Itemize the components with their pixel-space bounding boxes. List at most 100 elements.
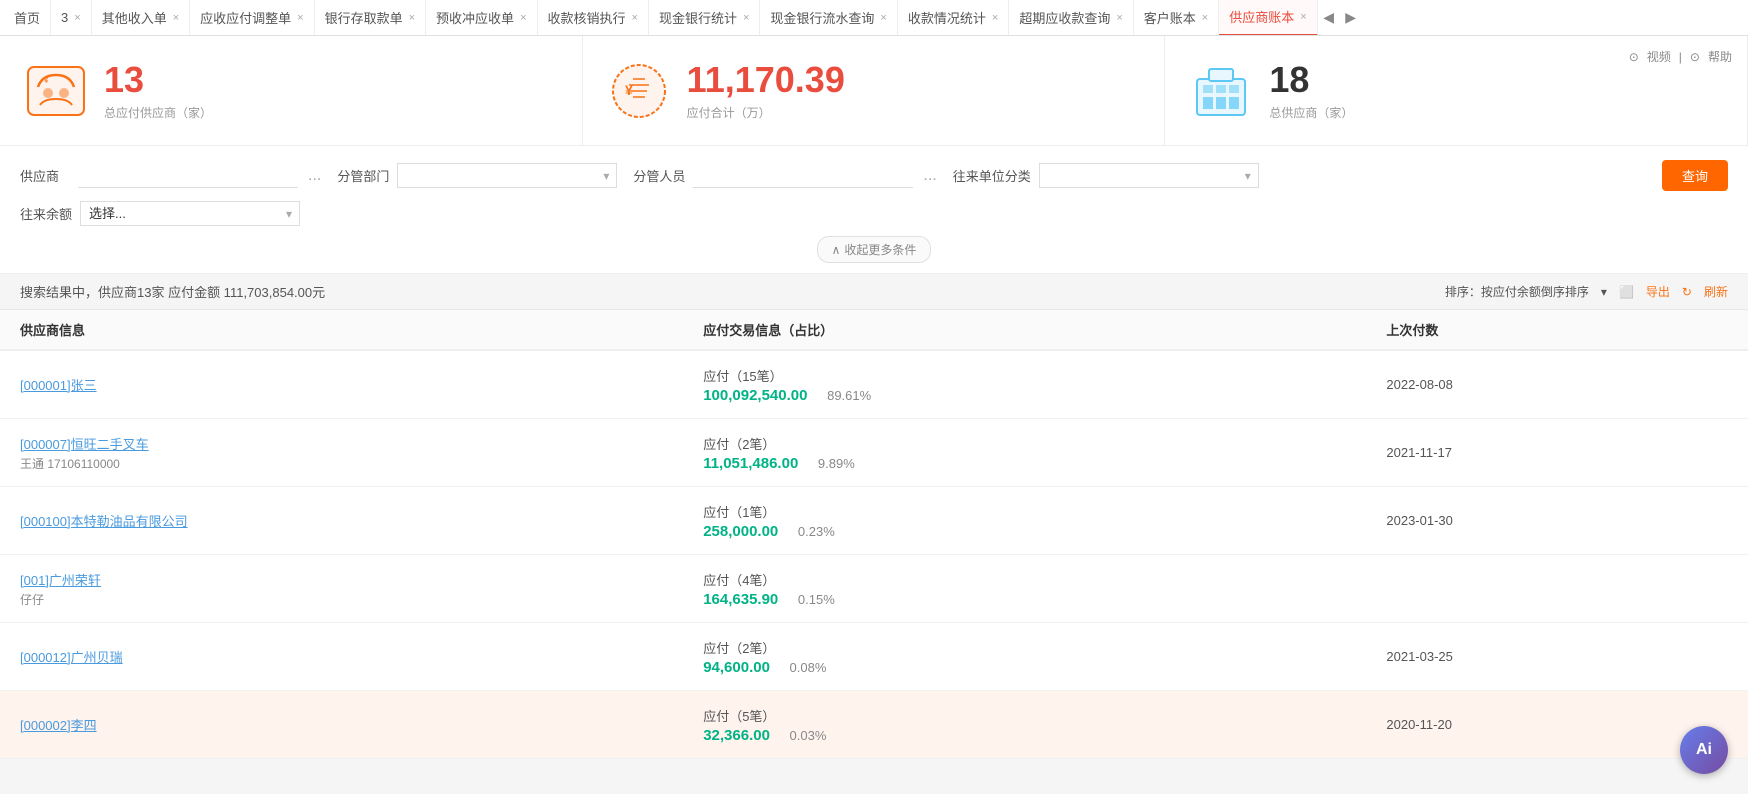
supplier-link-2[interactable]: [000100]本特勒油品有限公司 bbox=[20, 511, 703, 530]
close-verify[interactable]: × bbox=[632, 12, 638, 24]
export-icon: ⬜ bbox=[1619, 285, 1634, 299]
nav-tab-supplier[interactable]: 供应商账本 × bbox=[1219, 0, 1317, 36]
category-select[interactable] bbox=[1039, 163, 1259, 188]
nav-tab-home[interactable]: 首页 bbox=[4, 0, 51, 36]
table-container: 供应商信息 应付交易信息（占比） 上次付数 [000001]张三 应付（15笔）… bbox=[0, 310, 1748, 759]
table-row: [000002]李四 应付（5笔） 32,366.00 0.03% 2020-1… bbox=[0, 691, 1748, 759]
supplier-cell-0: [000001]张三 bbox=[20, 375, 703, 394]
nav-tab-payment-stats[interactable]: 收款情况统计 × bbox=[898, 0, 1009, 36]
close-cash-flow[interactable]: × bbox=[880, 12, 886, 24]
video-link[interactable]: 视频 bbox=[1647, 48, 1671, 65]
dept-label: 分管部门 bbox=[337, 166, 389, 185]
filter-row-1: 供应商 ... 分管部门 分管人员 ... 往来单位分类 查询 bbox=[20, 160, 1728, 191]
tx-amount-5[interactable]: 32,366.00 bbox=[703, 727, 770, 744]
nav-next-arrow[interactable]: ▶ bbox=[1340, 0, 1362, 36]
nav-prev-arrow[interactable]: ◀ bbox=[1318, 0, 1340, 36]
stat-info-payable: 13 总应付供应商（家） bbox=[104, 60, 212, 121]
nav-tab-other-income[interactable]: 其他收入单 × bbox=[92, 0, 190, 36]
nav-tab-3-close[interactable]: × bbox=[74, 12, 80, 24]
nav-tab-adjustment-label: 应收应付调整单 bbox=[200, 8, 291, 27]
person-dots[interactable]: ... bbox=[923, 167, 936, 185]
table-row: [000012]广州贝瑞 应付（2笔） 94,600.00 0.08% 2021… bbox=[0, 623, 1748, 691]
supplier-label: 供应商 bbox=[20, 166, 70, 185]
refresh-icon: ↻ bbox=[1682, 285, 1692, 299]
filter-category: 往来单位分类 bbox=[953, 163, 1259, 188]
nav-tab-customer-label: 客户账本 bbox=[1144, 8, 1196, 27]
total-suppliers-label: 总供应商（家） bbox=[1269, 104, 1353, 121]
tx-cell-2: 应付（1笔） 258,000.00 0.23% bbox=[703, 502, 1386, 540]
close-payment-stats[interactable]: × bbox=[992, 12, 998, 24]
close-supplier[interactable]: × bbox=[1300, 11, 1306, 23]
results-actions: 排序：按应付余额倒序排序 ▾ ⬜ 导出 ↻ 刷新 bbox=[1445, 283, 1728, 300]
results-summary-text: 搜索结果中，供应商13家 应付金额 111,703,854.00元 bbox=[20, 282, 325, 301]
close-prepay[interactable]: × bbox=[520, 12, 526, 24]
balance-select[interactable]: 选择... bbox=[80, 201, 300, 226]
close-adjustment[interactable]: × bbox=[297, 12, 303, 24]
sort-chevron-icon[interactable]: ▾ bbox=[1601, 285, 1607, 299]
results-bar: 搜索结果中，供应商13家 应付金额 111,703,854.00元 排序：按应付… bbox=[0, 274, 1748, 310]
tx-cell-0: 应付（15笔） 100,092,540.00 89.61% bbox=[703, 366, 1386, 404]
tx-amount-1[interactable]: 11,051,486.00 bbox=[703, 455, 798, 472]
nav-tab-cash-flow[interactable]: 现金银行流水查询 × bbox=[760, 0, 897, 36]
last-pay-2: 2023-01-30 bbox=[1386, 513, 1453, 528]
filter-area: 供应商 ... 分管部门 分管人员 ... 往来单位分类 查询 bbox=[0, 146, 1748, 274]
search-button[interactable]: 查询 bbox=[1662, 160, 1728, 191]
close-overdue[interactable]: × bbox=[1116, 12, 1122, 24]
tx-amount-row-5: 32,366.00 0.03% bbox=[703, 727, 1386, 744]
dept-select[interactable] bbox=[397, 163, 617, 188]
supplier-link-4[interactable]: [000012]广州贝瑞 bbox=[20, 647, 703, 666]
supplier-sub-1: 王通 17106110000 bbox=[20, 455, 703, 472]
nav-tab-cash-stats-label: 现金银行统计 bbox=[659, 8, 737, 27]
tx-amount-4[interactable]: 94,600.00 bbox=[703, 659, 770, 676]
export-button[interactable]: 导出 bbox=[1646, 283, 1670, 300]
filter-row-2: 往来余额 选择... bbox=[20, 201, 1728, 226]
close-bank[interactable]: × bbox=[409, 12, 415, 24]
nav-tab-customer[interactable]: 客户账本 × bbox=[1134, 0, 1219, 36]
close-cash-stats[interactable]: × bbox=[743, 12, 749, 24]
filter-balance: 往来余额 选择... bbox=[20, 201, 300, 226]
tx-cell-1: 应付（2笔） 11,051,486.00 9.89% bbox=[703, 434, 1386, 472]
ai-button[interactable]: Ai bbox=[1680, 726, 1728, 774]
col-header-supplier: 供应商信息 bbox=[20, 320, 703, 339]
payable-suppliers-icon: ¥ bbox=[24, 59, 88, 123]
supplier-link-3[interactable]: [001]广州荣轩 bbox=[20, 570, 703, 589]
refresh-button[interactable]: 刷新 bbox=[1704, 283, 1728, 300]
close-customer[interactable]: × bbox=[1202, 12, 1208, 24]
person-input[interactable] bbox=[693, 164, 913, 188]
stat-block-payable-suppliers: ¥ 13 总应付供应商（家） bbox=[0, 36, 583, 145]
nav-tab-bank[interactable]: 银行存取款单 × bbox=[315, 0, 426, 36]
supplier-cell-5: [000002]李四 bbox=[20, 715, 703, 734]
supplier-link-1[interactable]: [000007]恒旺二手叉车 bbox=[20, 434, 703, 453]
tx-pct-5: 0.03% bbox=[790, 728, 827, 743]
nav-tab-3-label: 3 bbox=[61, 10, 68, 25]
help-link[interactable]: 帮助 bbox=[1708, 48, 1732, 65]
supplier-sub-3: 仔仔 bbox=[20, 591, 703, 608]
last-pay-4: 2021-03-25 bbox=[1386, 649, 1453, 664]
supplier-dots[interactable]: ... bbox=[308, 167, 321, 185]
collapse-button[interactable]: ∧ 收起更多条件 bbox=[817, 236, 932, 263]
tx-amount-2[interactable]: 258,000.00 bbox=[703, 523, 778, 540]
nav-tab-3[interactable]: 3 × bbox=[51, 0, 92, 36]
last-pay-0: 2022-08-08 bbox=[1386, 377, 1453, 392]
nav-tab-overdue[interactable]: 超期应收款查询 × bbox=[1009, 0, 1133, 36]
close-other-income[interactable]: × bbox=[173, 12, 179, 24]
collapse-chevron-icon: ∧ bbox=[832, 243, 841, 257]
nav-tab-prepay-label: 预收冲应收单 bbox=[436, 8, 514, 27]
help-icon: ⊙ bbox=[1690, 50, 1700, 64]
supplier-link-0[interactable]: [000001]张三 bbox=[20, 375, 703, 394]
payable-total-label: 应付合计（万） bbox=[687, 104, 845, 121]
nav-tab-cash-stats[interactable]: 现金银行统计 × bbox=[649, 0, 760, 36]
dept-select-wrap bbox=[397, 163, 617, 188]
tx-amount-0[interactable]: 100,092,540.00 bbox=[703, 387, 807, 404]
supplier-link-5[interactable]: [000002]李四 bbox=[20, 715, 703, 734]
tx-amount-3[interactable]: 164,635.90 bbox=[703, 591, 778, 608]
supplier-input[interactable] bbox=[78, 164, 298, 188]
lastpay-cell-5: 2020-11-20 bbox=[1386, 717, 1728, 732]
last-pay-1: 2021-11-17 bbox=[1386, 445, 1452, 460]
nav-tab-prepay[interactable]: 预收冲应收单 × bbox=[426, 0, 537, 36]
nav-tab-payment-stats-label: 收款情况统计 bbox=[908, 8, 986, 27]
tx-amount-row-4: 94,600.00 0.08% bbox=[703, 659, 1386, 676]
nav-tab-verify[interactable]: 收款核销执行 × bbox=[538, 0, 649, 36]
tx-cell-5: 应付（5笔） 32,366.00 0.03% bbox=[703, 706, 1386, 744]
nav-tab-adjustment[interactable]: 应收应付调整单 × bbox=[190, 0, 314, 36]
